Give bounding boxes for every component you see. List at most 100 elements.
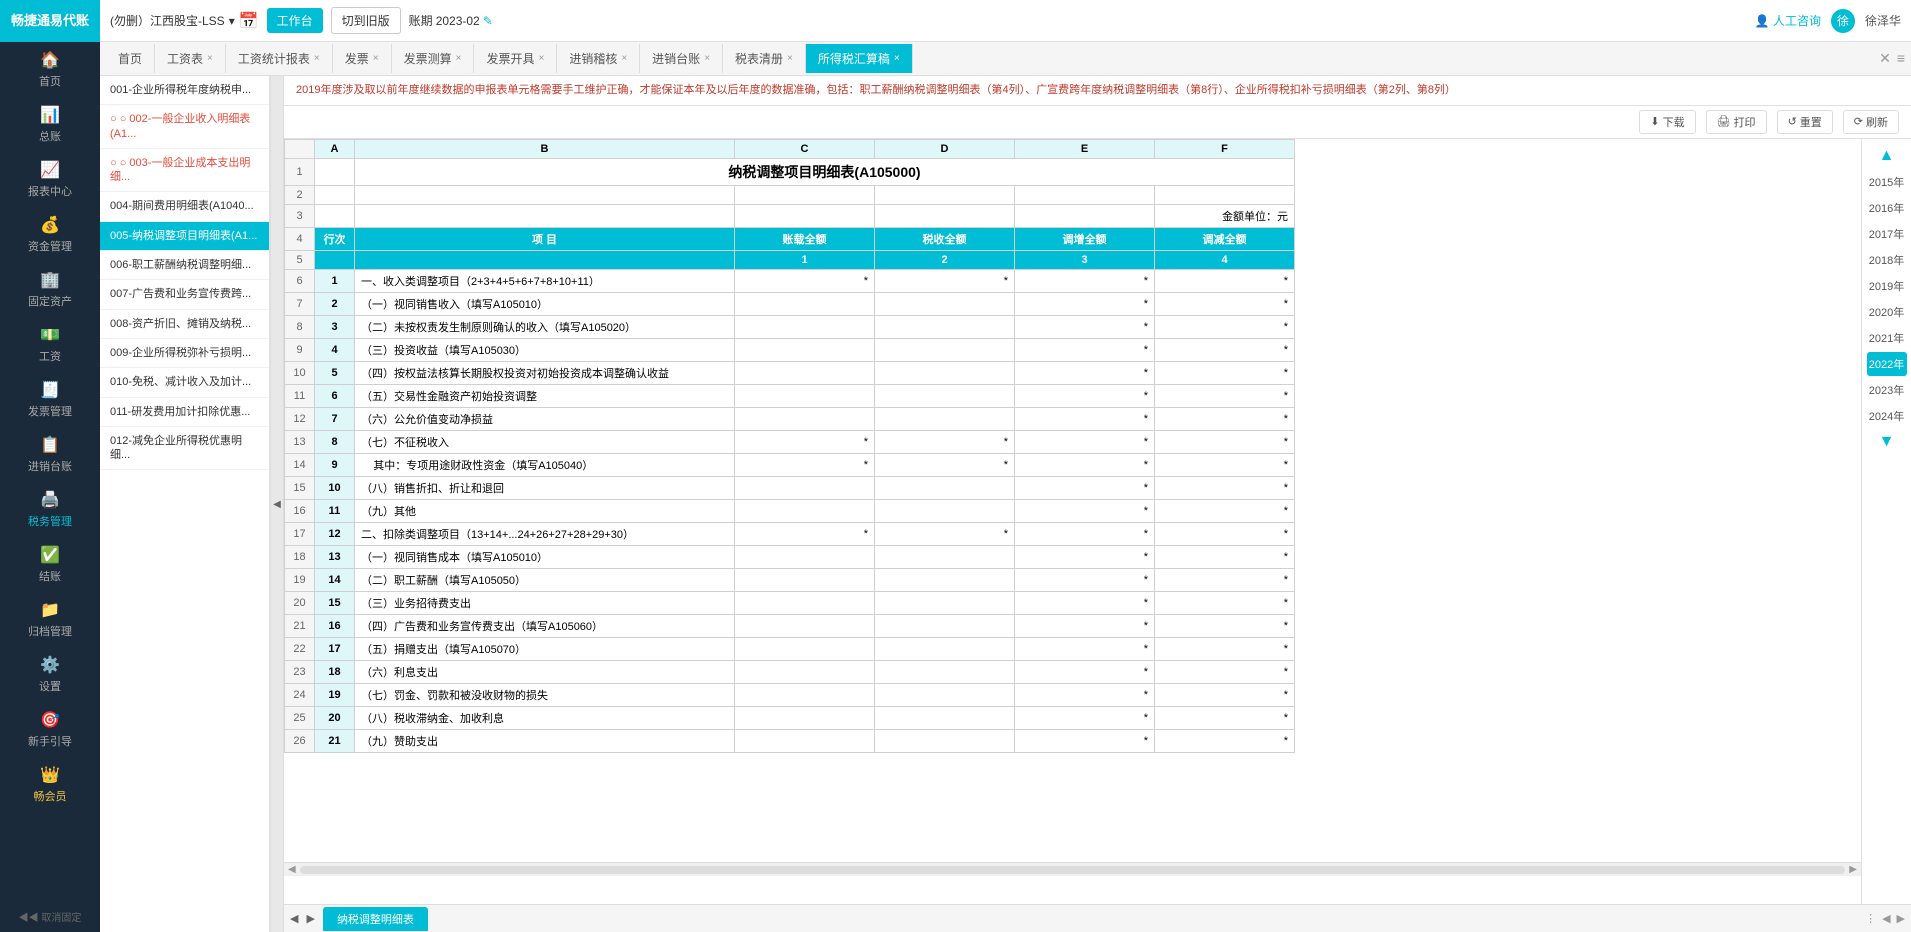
tab-menu[interactable]: ≡ [1897,50,1905,67]
cell-b14[interactable]: 其中：专项用途财政性资金（填写A105040） [355,453,735,476]
sidebar-item-tax-mgmt[interactable]: 🖨️ 税务管理 [0,482,100,537]
cell-b26[interactable]: （九）赞助支出 [355,729,735,752]
cell-d22[interactable] [875,637,1015,660]
cell-c22[interactable] [735,637,875,660]
cell-f8[interactable]: * [1155,315,1295,338]
cell-c18[interactable] [735,545,875,568]
cell-d7[interactable] [875,292,1015,315]
year-2020[interactable]: 2020年 [1867,300,1907,324]
cell-a25[interactable]: 20 [315,706,355,729]
tab-invoice-calc-close[interactable]: × [456,53,462,64]
tab-payroll-report[interactable]: 工资统计报表 × [226,44,333,73]
cell-d26[interactable] [875,729,1015,752]
left-panel-item-010[interactable]: 010-免税、减计收入及加计... [100,368,269,397]
tab-purchase-check-close[interactable]: × [621,53,627,64]
left-panel-item-004[interactable]: 004-期间费用明细表(A1040... [100,192,269,221]
cell-d13[interactable]: * [875,430,1015,453]
cell-c24[interactable] [735,683,875,706]
cell-f18[interactable]: * [1155,545,1295,568]
cell-c13[interactable]: * [735,430,875,453]
sheet-nav-prev[interactable]: ◀ [290,912,298,925]
cell-f11[interactable]: * [1155,384,1295,407]
cell-c20[interactable] [735,591,875,614]
download-button[interactable]: ⬇ 下载 [1639,110,1695,134]
cell-b23[interactable]: （六）利息支出 [355,660,735,683]
cell-b25[interactable]: （八）税收滞纳金、加收利息 [355,706,735,729]
year-2015[interactable]: 2015年 [1867,170,1907,194]
sidebar-item-home[interactable]: 🏠 首页 [0,42,100,97]
year-2018[interactable]: 2018年 [1867,248,1907,272]
cell-a6[interactable]: 1 [315,269,355,292]
cell-d10[interactable] [875,361,1015,384]
cell-e14[interactable]: * [1015,453,1155,476]
cell-e21[interactable]: * [1015,614,1155,637]
panel-collapse-btn[interactable]: ◀ [270,76,284,932]
tab-invoice-close[interactable]: × [373,53,379,64]
refresh-button[interactable]: ⟳ 刷新 [1843,110,1899,134]
cell-f7[interactable]: * [1155,292,1295,315]
sidebar-item-purchase-ledger[interactable]: 📋 进销台账 [0,427,100,482]
left-panel-item-011[interactable]: 011-研发费用加计扣除优惠... [100,398,269,427]
tab-invoice[interactable]: 发票 × [333,44,392,73]
left-panel-item-001[interactable]: 001-企业所得税年度纳税申... [100,76,269,105]
cell-d25[interactable] [875,706,1015,729]
tab-income-tax-close[interactable]: × [894,53,900,64]
left-panel-item-003[interactable]: ○ 003-一般企业成本支出明细... [100,149,269,193]
cell-f22[interactable]: * [1155,637,1295,660]
cell-f15[interactable]: * [1155,476,1295,499]
sidebar-item-member[interactable]: 👑 畅会员 [0,757,100,812]
cell-a21[interactable]: 16 [315,614,355,637]
horizontal-scrollbar[interactable]: ◀ ▶ [284,862,1861,876]
cell-a17[interactable]: 12 [315,522,355,545]
cell-a14[interactable]: 9 [315,453,355,476]
year-nav-up[interactable]: ▲ [1875,143,1899,169]
cell-a22[interactable]: 17 [315,637,355,660]
sidebar-item-guide[interactable]: 🎯 新手引导 [0,702,100,757]
sidebar-item-ledger[interactable]: 📊 总账 [0,97,100,152]
cell-b10[interactable]: （四）按权益法核算长期股权投资对初始投资成本调整确认收益 [355,361,735,384]
switch-version-button[interactable]: 切到旧版 [331,7,401,34]
cell-b22[interactable]: （五）捐赠支出（填写A105070） [355,637,735,660]
sidebar-item-asset-mgmt[interactable]: 💰 资金管理 [0,207,100,262]
cell-f25[interactable]: * [1155,706,1295,729]
year-2017[interactable]: 2017年 [1867,222,1907,246]
cell-a24[interactable]: 19 [315,683,355,706]
cell-e7[interactable]: * [1015,292,1155,315]
cell-a18[interactable]: 13 [315,545,355,568]
cell-e25[interactable]: * [1015,706,1155,729]
sidebar-item-fixed-asset[interactable]: 🏢 固定资产 [0,262,100,317]
cell-a8[interactable]: 3 [315,315,355,338]
cell-e6[interactable]: * [1015,269,1155,292]
cell-d23[interactable] [875,660,1015,683]
cell-c17[interactable]: * [735,522,875,545]
cell-b13[interactable]: （七）不征税收入 [355,430,735,453]
cell-c23[interactable] [735,660,875,683]
cell-b11[interactable]: （五）交易性金融资产初始投资调整 [355,384,735,407]
cell-b9[interactable]: （三）投资收益（填写A105030） [355,338,735,361]
cell-f20[interactable]: * [1155,591,1295,614]
cell-a10[interactable]: 5 [315,361,355,384]
cell-e9[interactable]: * [1015,338,1155,361]
sidebar-unpin[interactable]: ◀◀ 取消固定 [0,901,100,932]
sidebar-item-report[interactable]: 📈 报表中心 [0,152,100,207]
period-edit-icon[interactable]: ✎ [483,14,493,28]
cell-a15[interactable]: 10 [315,476,355,499]
cell-b19[interactable]: （二）职工薪酬（填写A105050） [355,568,735,591]
sheet-right-nav[interactable]: ▶ [1897,912,1905,925]
tab-payroll-report-close[interactable]: × [314,53,320,64]
year-2016[interactable]: 2016年 [1867,196,1907,220]
cell-d15[interactable] [875,476,1015,499]
cell-b17[interactable]: 二、扣除类调整项目（13+14+...24+26+27+28+29+30） [355,522,735,545]
cell-d24[interactable] [875,683,1015,706]
cell-b12[interactable]: （六）公允价值变动净损益 [355,407,735,430]
cell-d9[interactable] [875,338,1015,361]
cell-a26[interactable]: 21 [315,729,355,752]
cell-a16[interactable]: 11 [315,499,355,522]
sheet-tab-main[interactable]: 纳税调整明细表 [323,907,428,931]
cell-b7[interactable]: （一）视同销售收入（填写A105010） [355,292,735,315]
cell-a23[interactable]: 18 [315,660,355,683]
cell-e13[interactable]: * [1015,430,1155,453]
cell-c16[interactable] [735,499,875,522]
cell-d19[interactable] [875,568,1015,591]
cell-e10[interactable]: * [1015,361,1155,384]
